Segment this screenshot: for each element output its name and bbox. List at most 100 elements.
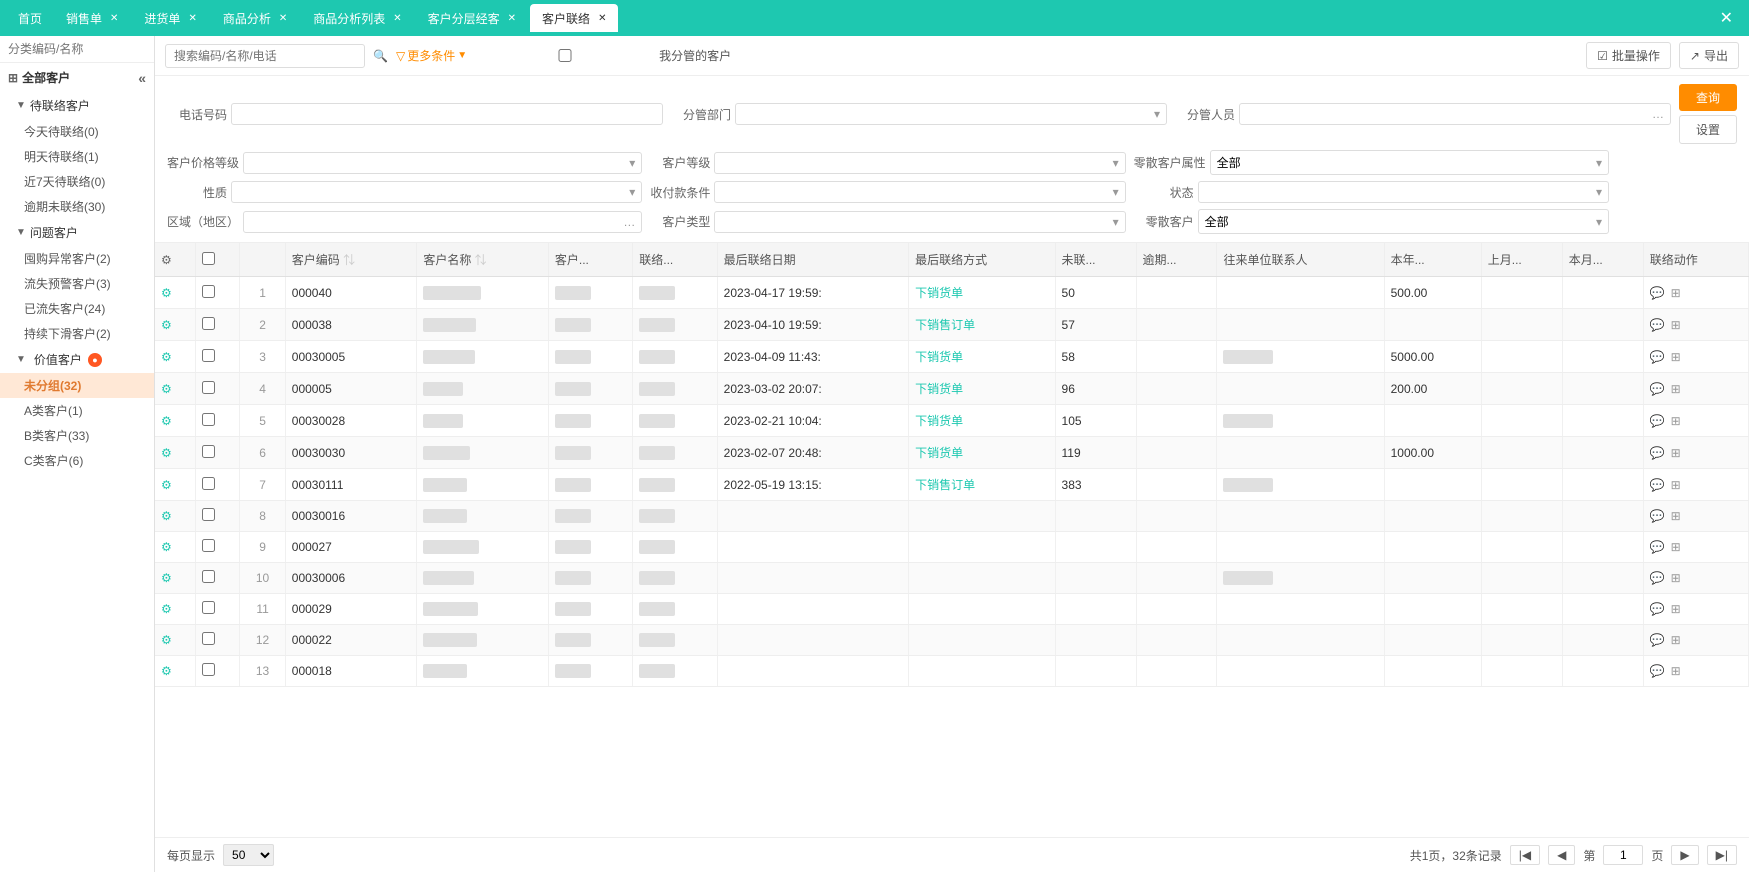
row-checkbox[interactable] bbox=[202, 381, 215, 394]
message-icon[interactable]: 💬 bbox=[1650, 478, 1665, 492]
nav-tab-sales-close[interactable]: ✕ bbox=[110, 13, 118, 24]
row-settings-icon[interactable]: ⚙ bbox=[161, 664, 172, 678]
cell-settings[interactable]: ⚙ bbox=[155, 469, 195, 501]
message-icon[interactable]: 💬 bbox=[1650, 286, 1665, 300]
message-icon[interactable]: 💬 bbox=[1650, 509, 1665, 523]
payment-select[interactable]: ▾ bbox=[714, 181, 1125, 203]
cell-settings[interactable]: ⚙ bbox=[155, 501, 195, 532]
row-checkbox[interactable] bbox=[202, 477, 215, 490]
contact-way-link[interactable]: 下销售订单 bbox=[915, 478, 975, 492]
cell-checkbox[interactable] bbox=[195, 469, 240, 501]
message-icon[interactable]: 💬 bbox=[1650, 664, 1665, 678]
nav-tab-analysis-list-close[interactable]: ✕ bbox=[393, 13, 401, 24]
cell-checkbox[interactable] bbox=[195, 341, 240, 373]
nav-tab-purchase[interactable]: 进货单 ✕ bbox=[132, 4, 208, 32]
sidebar-item-warning[interactable]: 流失预警客户(3) bbox=[0, 271, 154, 296]
page-number-input[interactable] bbox=[1603, 845, 1643, 865]
cell-checkbox[interactable] bbox=[195, 309, 240, 341]
grid-action-icon[interactable]: ⊞ bbox=[1671, 382, 1681, 396]
status-select[interactable]: ▾ bbox=[1198, 181, 1609, 203]
message-icon[interactable]: 💬 bbox=[1650, 540, 1665, 554]
sidebar-value-section[interactable]: ▼ 价值客户 ● bbox=[0, 346, 154, 373]
cell-checkbox[interactable] bbox=[195, 437, 240, 469]
row-checkbox[interactable] bbox=[202, 413, 215, 426]
page-prev-btn[interactable]: ◀ bbox=[1548, 845, 1575, 865]
nav-tab-analysis[interactable]: 商品分析 ✕ bbox=[211, 4, 299, 32]
sidebar-item-lost[interactable]: 已流失客户(24) bbox=[0, 296, 154, 321]
window-close-button[interactable]: ✕ bbox=[1712, 8, 1741, 28]
cell-checkbox[interactable] bbox=[195, 405, 240, 437]
region-select[interactable]: … bbox=[243, 211, 642, 233]
cell-settings[interactable]: ⚙ bbox=[155, 563, 195, 594]
per-page-select[interactable]: 50 20 100 bbox=[223, 844, 274, 866]
message-icon[interactable]: 💬 bbox=[1650, 633, 1665, 647]
retail-cust-select[interactable]: 全部 ▾ bbox=[1198, 209, 1609, 234]
cell-action[interactable]: 💬 ⊞ bbox=[1643, 469, 1748, 501]
message-icon[interactable]: 💬 bbox=[1650, 446, 1665, 460]
cell-action[interactable]: 💬 ⊞ bbox=[1643, 563, 1748, 594]
sidebar-item-class-a[interactable]: A类客户(1) bbox=[0, 398, 154, 423]
th-name[interactable]: 客户名称 ⇅ bbox=[417, 243, 549, 277]
nav-tab-customer-contact-close[interactable]: ✕ bbox=[598, 13, 606, 24]
row-settings-icon[interactable]: ⚙ bbox=[161, 286, 172, 300]
price-level-select[interactable]: ▾ bbox=[243, 152, 642, 174]
cell-action[interactable]: 💬 ⊞ bbox=[1643, 405, 1748, 437]
search-input[interactable] bbox=[165, 44, 365, 68]
row-settings-icon[interactable]: ⚙ bbox=[161, 414, 172, 428]
row-checkbox[interactable] bbox=[202, 445, 215, 458]
reset-btn[interactable]: 设置 bbox=[1679, 115, 1737, 144]
row-settings-icon[interactable]: ⚙ bbox=[161, 509, 172, 523]
sidebar-pending-section[interactable]: ▼ 待联络客户 bbox=[0, 92, 154, 119]
th-settings[interactable]: ⚙ bbox=[155, 243, 195, 277]
nav-tab-customer-contact[interactable]: 客户联络 ✕ bbox=[530, 4, 618, 32]
contact-way-link[interactable]: 下销货单 bbox=[915, 446, 963, 460]
sidebar-collapse-btn[interactable]: « bbox=[138, 70, 146, 86]
cell-settings[interactable]: ⚙ bbox=[155, 373, 195, 405]
sidebar-problem-section[interactable]: ▼ 问题客户 bbox=[0, 219, 154, 246]
phone-input[interactable] bbox=[231, 103, 663, 125]
cell-checkbox[interactable] bbox=[195, 501, 240, 532]
row-settings-icon[interactable]: ⚙ bbox=[161, 382, 172, 396]
cell-last-way[interactable]: 下销售订单 bbox=[909, 469, 1055, 501]
grid-action-icon[interactable]: ⊞ bbox=[1671, 509, 1681, 523]
sidebar-item-ungroup[interactable]: 未分组(32) bbox=[0, 373, 154, 398]
cell-settings[interactable]: ⚙ bbox=[155, 341, 195, 373]
sidebar-item-abnormal[interactable]: 囤购异常客户(2) bbox=[0, 246, 154, 271]
nav-tab-analysis-list[interactable]: 商品分析列表 ✕ bbox=[301, 4, 413, 32]
sidebar-item-declining[interactable]: 持续下滑客户(2) bbox=[0, 321, 154, 346]
query-btn[interactable]: 查询 bbox=[1679, 84, 1737, 111]
cell-action[interactable]: 💬 ⊞ bbox=[1643, 501, 1748, 532]
cell-last-way[interactable]: 下销货单 bbox=[909, 437, 1055, 469]
row-checkbox[interactable] bbox=[202, 601, 215, 614]
cell-action[interactable]: 💬 ⊞ bbox=[1643, 594, 1748, 625]
cell-action[interactable]: 💬 ⊞ bbox=[1643, 437, 1748, 469]
cust-level-select[interactable]: ▾ bbox=[714, 152, 1125, 174]
cell-action[interactable]: 💬 ⊞ bbox=[1643, 656, 1748, 687]
th-code[interactable]: 客户编码 ⇅ bbox=[285, 243, 417, 277]
message-icon[interactable]: 💬 bbox=[1650, 602, 1665, 616]
cell-settings[interactable]: ⚙ bbox=[155, 437, 195, 469]
cell-action[interactable]: 💬 ⊞ bbox=[1643, 373, 1748, 405]
nav-tab-analysis-close[interactable]: ✕ bbox=[279, 13, 287, 24]
row-settings-icon[interactable]: ⚙ bbox=[161, 602, 172, 616]
grid-action-icon[interactable]: ⊞ bbox=[1671, 350, 1681, 364]
row-checkbox[interactable] bbox=[202, 570, 215, 583]
message-icon[interactable]: 💬 bbox=[1650, 350, 1665, 364]
row-checkbox[interactable] bbox=[202, 632, 215, 645]
contact-way-link[interactable]: 下销售订单 bbox=[915, 318, 975, 332]
cell-checkbox[interactable] bbox=[195, 625, 240, 656]
row-checkbox[interactable] bbox=[202, 285, 215, 298]
cell-checkbox[interactable] bbox=[195, 373, 240, 405]
row-checkbox[interactable] bbox=[202, 317, 215, 330]
cell-settings[interactable]: ⚙ bbox=[155, 656, 195, 687]
cell-action[interactable]: 💬 ⊞ bbox=[1643, 309, 1748, 341]
grid-action-icon[interactable]: ⊞ bbox=[1671, 602, 1681, 616]
nav-tab-purchase-close[interactable]: ✕ bbox=[188, 13, 196, 24]
cell-settings[interactable]: ⚙ bbox=[155, 309, 195, 341]
grid-action-icon[interactable]: ⊞ bbox=[1671, 478, 1681, 492]
cell-last-way[interactable]: 下销售订单 bbox=[909, 309, 1055, 341]
cell-settings[interactable]: ⚙ bbox=[155, 405, 195, 437]
cell-checkbox[interactable] bbox=[195, 563, 240, 594]
row-checkbox[interactable] bbox=[202, 663, 215, 676]
message-icon[interactable]: 💬 bbox=[1650, 318, 1665, 332]
